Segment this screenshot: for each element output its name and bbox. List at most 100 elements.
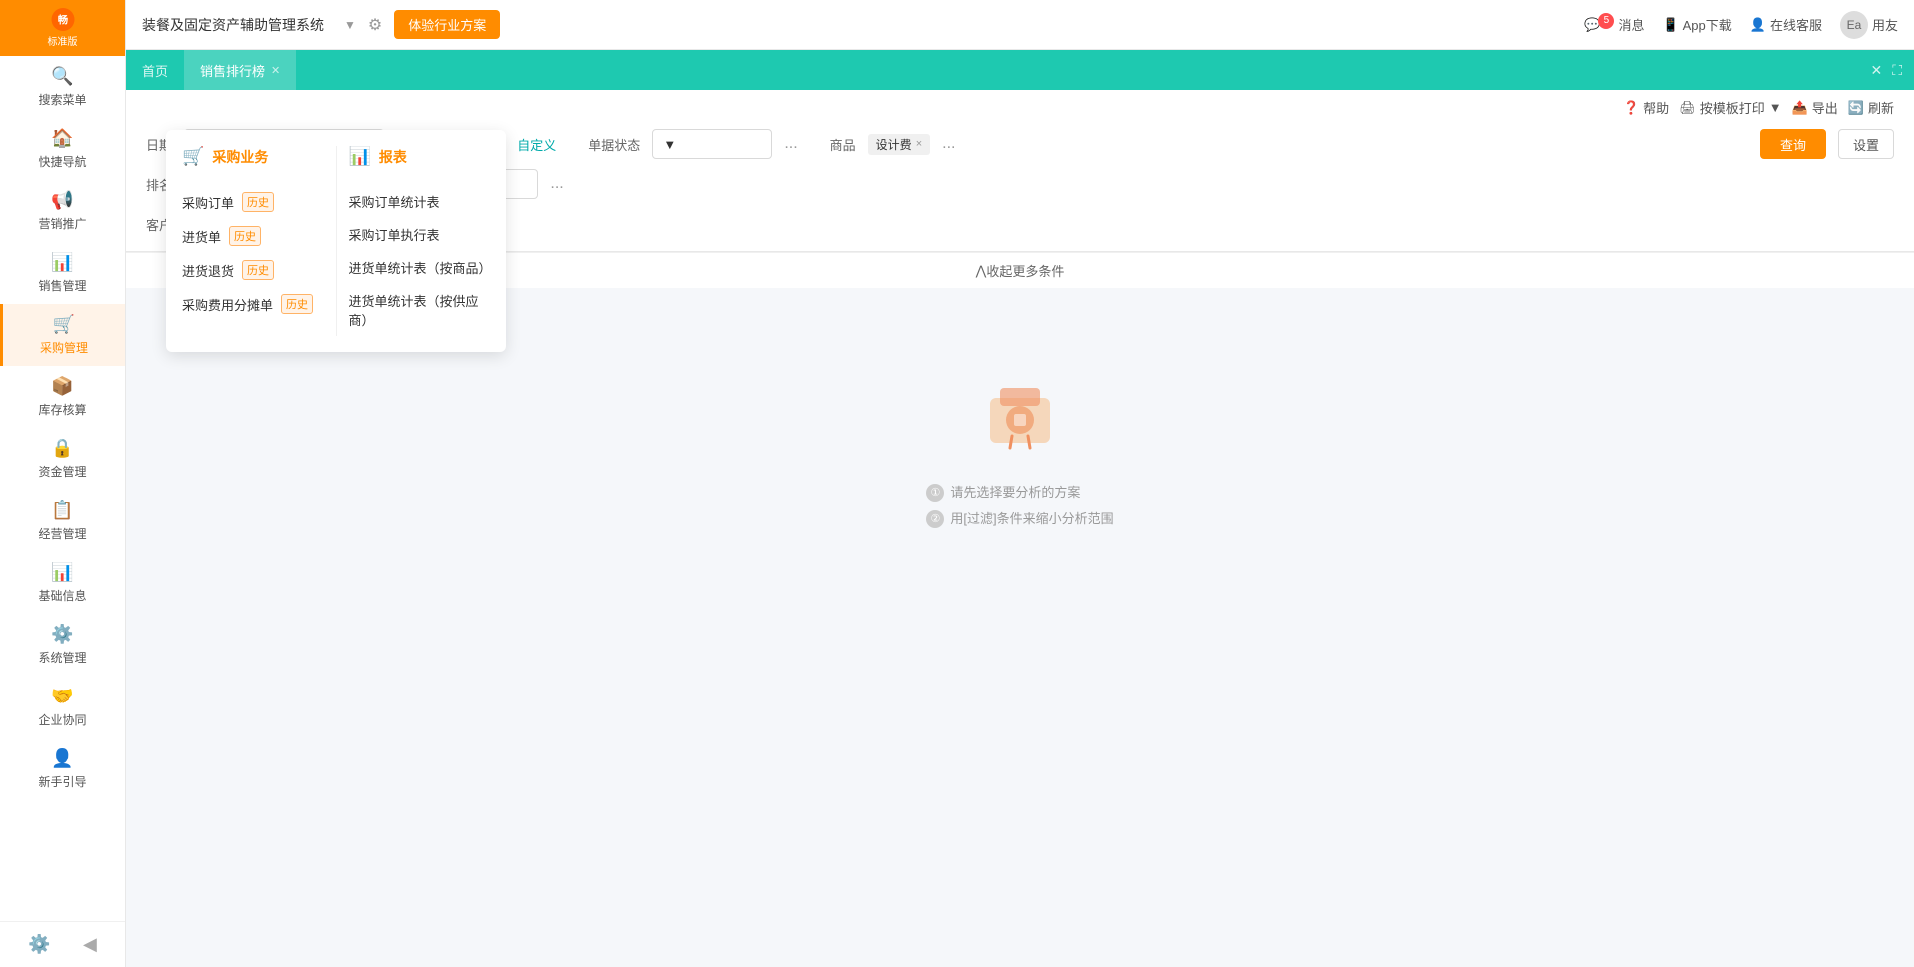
marketing-icon: 📢 [51,190,73,211]
sidebar-item-finance-label: 资金管理 [38,463,86,480]
goods-dots[interactable]: ... [942,135,955,153]
sidebar-bottom: ⚙️ ◀ [0,921,125,967]
basic-info-icon: 📊 [51,562,73,583]
hint-num-2: ② [926,510,944,528]
refresh-btn[interactable]: 🔄 刷新 [1848,98,1894,117]
sidebar-item-quick-nav[interactable]: 🏠 快捷导航 [0,118,125,180]
search-icon: 🔍 [51,66,73,87]
sidebar-item-enterprise-label: 企业协同 [38,711,86,728]
purchase-icon: 🛒 [53,314,75,335]
logo-icon: 畅 [45,8,81,31]
sidebar-item-operations[interactable]: 📋 经营管理 [0,490,125,552]
setting-button[interactable]: 设置 [1838,129,1894,159]
enterprise-icon: 🤝 [51,686,73,707]
purchase-stock-history: 历史 [229,226,261,246]
dropdown-col2-title: 📊 报表 [349,146,491,173]
dropdown-item-report-1[interactable]: 采购订单统计表 [349,185,491,218]
system-dropdown-arrow[interactable]: ▼ [344,18,356,32]
export-label: 导出 [1812,98,1838,117]
dropdown-col-purchase: 🛒 采购业务 采购订单 历史 进货单 历史 进货退货 历史 采购费用分摊单 [182,146,324,336]
goods-label: 商品 [830,135,856,154]
tab-fullscreen-close-icon[interactable]: ✕ [1870,62,1882,79]
refresh-label: 刷新 [1868,98,1894,117]
sidebar-item-marketing[interactable]: 📢 营销推广 [0,180,125,242]
export-btn[interactable]: 📤 导出 [1792,98,1838,117]
system-icon: ⚙️ [51,624,73,645]
tab-bar: 首页 销售排行榜 ✕ ✕ ⛶ [126,50,1914,90]
header-right: 💬 5 消息 📱 App下载 👤 在线客服 Ea 用友 [1584,11,1898,39]
settings-icon[interactable]: ⚙ [368,15,382,35]
sidebar-item-newbie[interactable]: 👤 新手引导 [0,738,125,800]
salesperson-dots[interactable]: ... [550,175,563,193]
online-service-label: 在线客服 [1770,15,1822,34]
print-btn[interactable]: 🖨 按模板打印 ▼ [1679,98,1781,117]
sidebar: 畅 标准版 🔍 搜索菜单 🏠 快捷导航 📢 营销推广 📊 销售管理 🛒 采购管理… [0,0,126,967]
user-label: 用友 [1872,15,1898,34]
report-3-label: 进货单统计表（按商品） [349,258,491,277]
voucher-status-select[interactable]: ▼ [652,129,772,159]
collapse-sidebar-icon[interactable]: ◀ [83,934,97,955]
phone-icon: 📱 [1662,17,1678,33]
home-icon: 🏠 [51,128,73,149]
dropdown-item-report-3[interactable]: 进货单统计表（按商品） [349,251,491,284]
dropdown-item-report-4[interactable]: 进货单统计表（按供应商） [349,284,491,336]
sidebar-item-quick-nav-label: 快捷导航 [38,153,86,170]
report-1-label: 采购订单统计表 [349,192,440,211]
voucher-status-dots[interactable]: ... [784,135,797,153]
settings-bottom-icon[interactable]: ⚙️ [28,934,50,955]
reports-menu-icon: 📊 [349,146,371,167]
report-4-label: 进货单统计表（按供应商） [349,291,491,329]
dropdown-col1-title-text: 采购业务 [212,147,268,167]
tab-sales-rank-label: 销售排行榜 [200,61,265,80]
newbie-icon: 👤 [51,748,73,769]
sidebar-item-system[interactable]: ⚙️ 系统管理 [0,614,125,676]
purchase-stock-label: 进货单 [182,227,221,246]
finance-icon: 🔒 [51,438,73,459]
collapse-icon: ⋀ [976,263,987,279]
purchase-order-label: 采购订单 [182,193,234,212]
sidebar-item-enterprise[interactable]: 🤝 企业协同 [0,676,125,738]
dropdown-item-purchase-stock[interactable]: 进货单 历史 [182,219,324,253]
tab-close-icon[interactable]: ✕ [271,64,280,77]
dropdown-item-purchase-order[interactable]: 采购订单 历史 [182,185,324,219]
sidebar-item-purchase[interactable]: 🛒 采购管理 [0,304,125,366]
purchase-expense-label: 采购费用分摊单 [182,295,273,314]
help-btn[interactable]: ❓ 帮助 [1623,98,1669,117]
sidebar-item-purchase-label: 采购管理 [40,339,88,356]
sidebar-item-inventory[interactable]: 📦 库存核算 [0,366,125,428]
dropdown-item-purchase-expense[interactable]: 采购费用分摊单 历史 [182,287,324,321]
purchase-return-label: 进货退货 [182,261,234,280]
inventory-icon: 📦 [51,376,73,397]
sidebar-item-sales[interactable]: 📊 销售管理 [0,242,125,304]
purchase-return-history: 历史 [242,260,274,280]
user-item[interactable]: Ea 用友 [1840,11,1898,39]
voucher-status-arrow: ▼ [663,137,676,152]
dropdown-col-reports: 📊 报表 采购订单统计表 采购订单执行表 进货单统计表（按商品） 进货单统计表（… [349,146,491,336]
service-icon: 👤 [1750,17,1766,33]
sidebar-item-finance[interactable]: 🔒 资金管理 [0,428,125,490]
query-button[interactable]: 查询 [1760,129,1826,159]
hint-text-2: 用[过滤]条件来缩小分析范围 [950,506,1113,532]
dropdown-item-purchase-return[interactable]: 进货退货 历史 [182,253,324,287]
sidebar-item-search[interactable]: 🔍 搜索菜单 [0,56,125,118]
purchase-order-history: 历史 [242,192,274,212]
purchase-expense-history: 历史 [281,294,313,314]
messages-item[interactable]: 💬 5 消息 [1584,15,1644,34]
messages-label: 消息 [1618,15,1644,34]
industry-btn[interactable]: 体验行业方案 [394,10,500,39]
sidebar-item-operations-label: 经营管理 [38,525,86,542]
goods-tag-close[interactable]: × [916,138,922,150]
tab-maximize-icon[interactable]: ⛶ [1892,62,1902,79]
user-avatar: Ea [1840,11,1868,39]
app-download-item[interactable]: 📱 App下载 [1662,15,1731,34]
sidebar-item-basic-info[interactable]: 📊 基础信息 [0,552,125,614]
sidebar-item-basic-info-label: 基础信息 [38,587,86,604]
tab-sales-rank[interactable]: 销售排行榜 ✕ [184,50,296,90]
date-custom[interactable]: 自定义 [517,135,556,154]
empty-hints: ① 请先选择要分析的方案 ② 用[过滤]条件来缩小分析范围 [926,480,1113,532]
tab-home[interactable]: 首页 [126,50,184,90]
dropdown-item-report-2[interactable]: 采购订单执行表 [349,218,491,251]
online-service-item[interactable]: 👤 在线客服 [1750,15,1822,34]
app-download-label: App下载 [1683,15,1732,34]
report-2-label: 采购订单执行表 [349,225,440,244]
